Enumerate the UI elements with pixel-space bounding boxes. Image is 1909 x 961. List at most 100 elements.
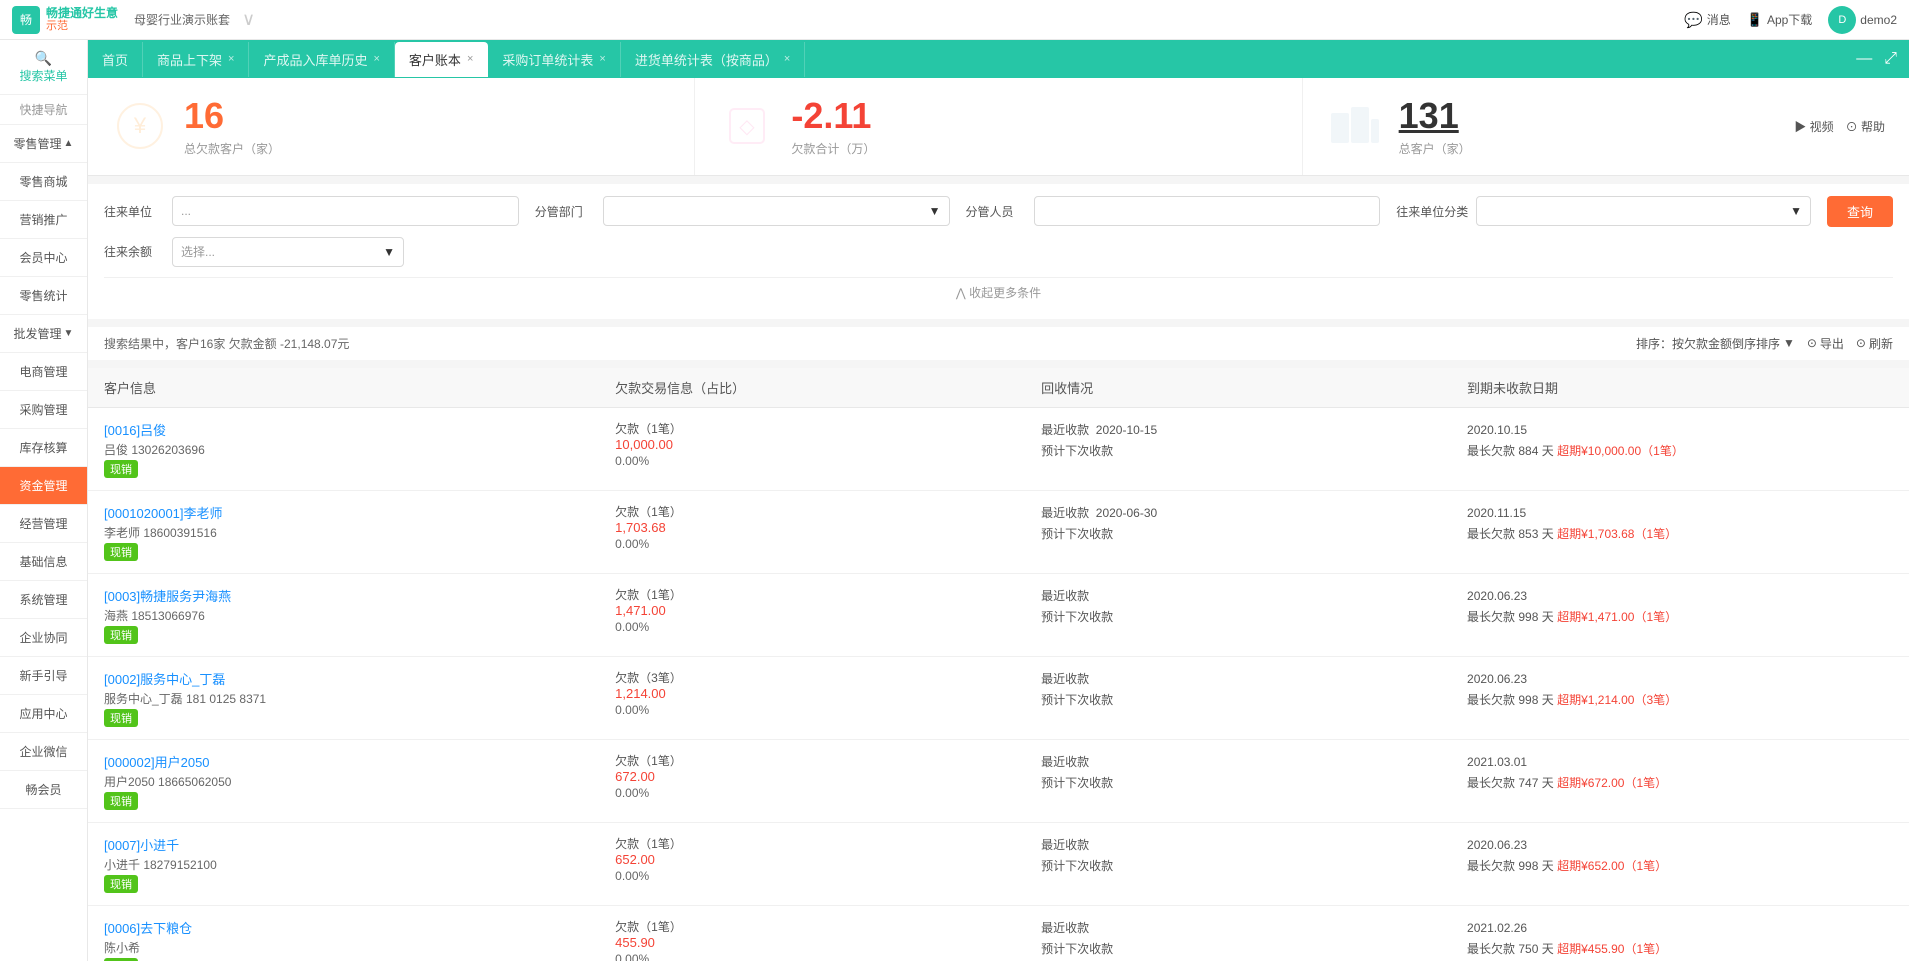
sidebar-item-marketing[interactable]: 营销推广: [0, 201, 87, 239]
minimize-btn[interactable]: —: [1852, 50, 1876, 68]
customer-name-link[interactable]: [0003]畅捷服务尹海燕: [104, 589, 231, 604]
col-customer-info: 客户信息: [104, 378, 615, 397]
sort-selector[interactable]: 排序：按欠款金额倒序排序 ▼: [1636, 335, 1795, 352]
customer-unit-input[interactable]: ...: [172, 196, 519, 226]
collection-cell: 最近收款 预计下次收款: [1041, 835, 1467, 878]
message-btn[interactable]: 💬 消息: [1684, 11, 1731, 29]
overdue-link[interactable]: 超期¥10,000.00（1笔）: [1557, 444, 1684, 458]
debt-percent: 0.00%: [615, 703, 1041, 717]
stat-card-1: ¥ 16 总欠款客户（家）: [88, 78, 695, 175]
sidebar-item-app-center[interactable]: 应用中心: [0, 695, 87, 733]
chevron-down-icon-2: ▼: [1790, 204, 1802, 218]
tab-close-products[interactable]: ×: [228, 53, 234, 65]
overdue-link[interactable]: 超期¥1,214.00（3笔）: [1557, 693, 1677, 707]
tab-production[interactable]: 产成品入库单历史 ×: [249, 42, 394, 77]
search-btn[interactable]: 查询: [1827, 196, 1893, 227]
tab-products[interactable]: 商品上下架 ×: [143, 42, 249, 77]
expand-icon-2: ▼: [64, 328, 74, 339]
sidebar-item-system[interactable]: 系统管理: [0, 581, 87, 619]
stat-number-2: -2.11: [791, 96, 1277, 136]
collapse-bar[interactable]: ⋀ 收起更多条件: [104, 277, 1893, 307]
tab-inbound-stats[interactable]: 进货单统计表（按商品） ×: [621, 42, 805, 77]
customer-name-link[interactable]: [0007]小进千: [104, 838, 179, 853]
overdue-link[interactable]: 超期¥672.00（1笔）: [1557, 776, 1667, 790]
tab-close-customer[interactable]: ×: [467, 53, 473, 65]
customer-tag: 现销: [104, 626, 138, 644]
stat-label-2: 欠款合计（万）: [791, 140, 1277, 157]
sidebar-item-ecommerce[interactable]: 电商管理: [0, 353, 87, 391]
stat-label-1: 总欠款客户（家）: [184, 140, 670, 157]
tab-close-purchase-stats[interactable]: ×: [599, 53, 605, 65]
debt-percent: 0.00%: [615, 952, 1041, 961]
sidebar-item-member-plus[interactable]: 畅会员: [0, 771, 87, 809]
tab-inbound-stats-label: 进货单统计表（按商品）: [635, 50, 778, 69]
top-bar: 畅 畅捷通好生意 示范 母婴行业演示账套 ∨ 💬 消息 📱 App下载 D de…: [0, 0, 1909, 40]
overdue-link[interactable]: 超期¥455.90（1笔）: [1557, 942, 1667, 956]
customer-info-cell: [0016]吕俊 吕俊 13026203696 现销: [104, 420, 615, 478]
tab-purchase-stats[interactable]: 采购订单统计表 ×: [488, 42, 620, 77]
customer-name-link[interactable]: [0006]去下粮仓: [104, 921, 192, 936]
customer-name-link[interactable]: [0016]吕俊: [104, 423, 166, 438]
sidebar-item-search[interactable]: 🔍 搜索菜单: [0, 40, 87, 95]
debt-count: 欠款（1笔）: [615, 420, 1041, 437]
sidebar-item-enterprise[interactable]: 企业协同: [0, 619, 87, 657]
tab-close-inbound-stats[interactable]: ×: [784, 53, 790, 65]
top-bar-right: 💬 消息 📱 App下载 D demo2: [1684, 6, 1897, 34]
customer-name-link[interactable]: [0001020001]李老师: [104, 506, 223, 521]
overdue-link[interactable]: 超期¥652.00（1笔）: [1557, 859, 1667, 873]
refresh-btn[interactable]: ⊙ 刷新: [1856, 335, 1893, 352]
debt-info-cell: 欠款（1笔） 652.00 0.00%: [615, 835, 1041, 883]
customer-tag: 现销: [104, 709, 138, 727]
sidebar-item-member[interactable]: 会员中心: [0, 239, 87, 277]
sidebar-item-guide[interactable]: 新手引导: [0, 657, 87, 695]
customer-phone: 用户2050 18665062050: [104, 773, 615, 790]
customer-name-link[interactable]: [0002]服务中心_丁磊: [104, 672, 225, 687]
debt-percent: 0.00%: [615, 454, 1041, 468]
user-menu[interactable]: D demo2: [1828, 6, 1897, 34]
customer-unit-label: 往来单位: [104, 203, 164, 220]
tab-close-production[interactable]: ×: [373, 53, 379, 65]
remaining-select[interactable]: 选择... ▼: [172, 237, 404, 267]
export-btn[interactable]: ⊙ 导出: [1807, 335, 1844, 352]
overdue-cell: 2020.06.23 最长欠款 998 天 超期¥1,214.00（3笔）: [1467, 669, 1893, 712]
sidebar-item-finance[interactable]: 资金管理: [0, 467, 87, 505]
stat-content-3: 131 总客户（家）: [1399, 96, 1795, 157]
tab-customer[interactable]: 客户账本 ×: [395, 42, 488, 77]
customer-phone: 小进千 18279152100: [104, 856, 615, 873]
department-label: 分管部门: [535, 203, 595, 220]
sidebar-item-enterprise-wechat[interactable]: 企业微信: [0, 733, 87, 771]
debt-amount: 652.00: [615, 852, 1041, 867]
unit-category-select[interactable]: ▼: [1476, 196, 1811, 226]
department-select[interactable]: ▼: [603, 196, 950, 226]
overdue-link[interactable]: 超期¥1,703.68（1笔）: [1557, 527, 1677, 541]
sidebar-item-retail-mgmt[interactable]: 零售管理 ▲: [0, 125, 87, 163]
sidebar-item-retail-mall[interactable]: 零售商城: [0, 163, 87, 201]
sidebar-item-retail-stats[interactable]: 零售统计: [0, 277, 87, 315]
debt-info-cell: 欠款（1笔） 10,000.00 0.00%: [615, 420, 1041, 468]
view-btn[interactable]: ▶ 视频: [1794, 118, 1833, 135]
debt-count: 欠款（1笔）: [615, 918, 1041, 935]
customer-tag: 现销: [104, 460, 138, 478]
tab-home[interactable]: 首页: [88, 42, 143, 77]
manager-input[interactable]: [1034, 196, 1381, 226]
sidebar-item-quick-nav[interactable]: 快捷导航: [0, 95, 87, 125]
sidebar-item-operation[interactable]: 经营管理: [0, 505, 87, 543]
debt-amount: 10,000.00: [615, 437, 1041, 452]
sidebar-item-basic-info[interactable]: 基础信息: [0, 543, 87, 581]
table-row: [0007]小进千 小进千 18279152100 现销 欠款（1笔） 652.…: [88, 823, 1909, 906]
sidebar-item-inventory[interactable]: 库存核算: [0, 429, 87, 467]
customer-name-link[interactable]: [000002]用户2050: [104, 755, 210, 770]
tab-purchase-stats-label: 采购订单统计表: [502, 50, 593, 69]
avatar: D: [1828, 6, 1856, 34]
app-download-btn[interactable]: 📱 App下载: [1747, 11, 1813, 28]
sidebar-item-purchase-mgmt[interactable]: 采购管理: [0, 391, 87, 429]
maximize-btn[interactable]: ⤢: [1880, 50, 1901, 68]
filter-department: 分管部门 ▼: [535, 196, 950, 226]
customer-phone: 李老师 18600391516: [104, 524, 615, 541]
sidebar-item-batch-mgmt[interactable]: 批发管理 ▼: [0, 315, 87, 353]
debt-amount: 672.00: [615, 769, 1041, 784]
overdue-link[interactable]: 超期¥1,471.00（1笔）: [1557, 610, 1677, 624]
help-btn[interactable]: ⊙ 帮助: [1846, 118, 1885, 135]
play-icon: ▶: [1794, 120, 1806, 134]
filter-customer-unit: 往来单位 ...: [104, 196, 519, 226]
